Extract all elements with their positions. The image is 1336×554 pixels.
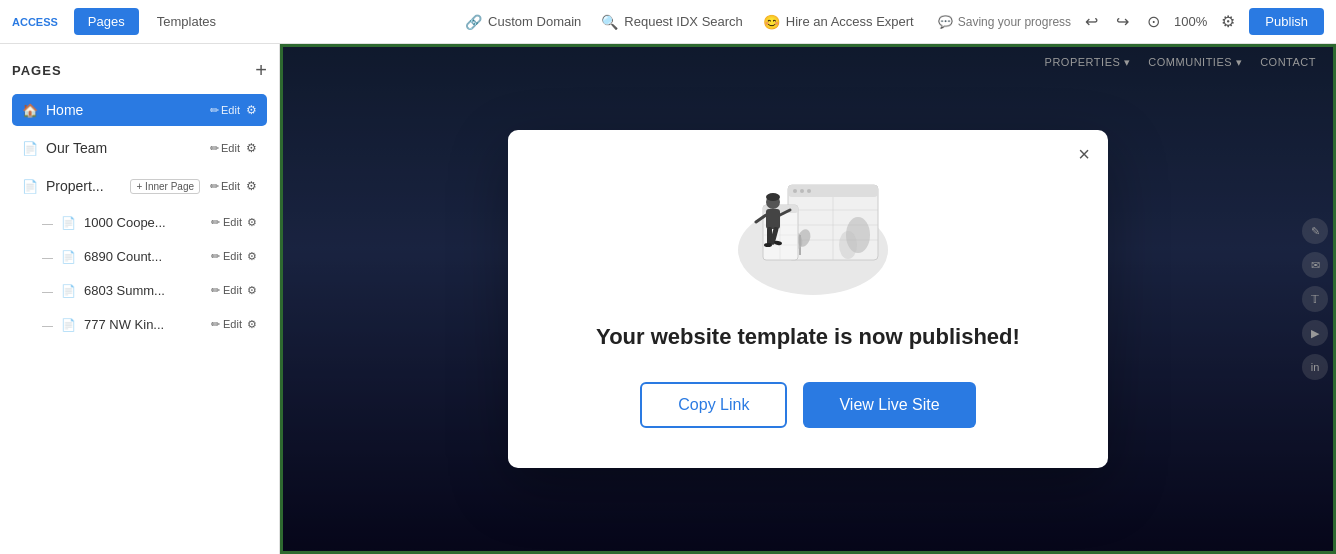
expert-icon: 😊 xyxy=(763,14,780,30)
page-icon-6890-count: 📄 xyxy=(61,250,76,264)
svg-point-22 xyxy=(766,193,780,201)
page-name-777-nw-kin: 777 NW Kin... xyxy=(84,317,211,332)
svg-point-4 xyxy=(800,189,804,193)
view-live-site-button[interactable]: View Live Site xyxy=(803,382,975,428)
add-page-button[interactable]: + xyxy=(255,60,267,80)
sidebar: PAGES + 🏠 Home ✏ Edit ⚙ 📄 Our Team ✏ Edi… xyxy=(0,44,280,554)
page-actions-our-team: ✏ Edit ⚙ xyxy=(210,141,257,155)
page-actions-777-nw-kin: ✏ Edit ⚙ xyxy=(211,318,257,331)
page-actions-6890-count: ✏ Edit ⚙ xyxy=(211,250,257,263)
gear-home-button[interactable]: ⚙ xyxy=(246,103,257,117)
publish-button[interactable]: Publish xyxy=(1249,8,1324,35)
page-icon-6803-summ: 📄 xyxy=(61,284,76,298)
logo: ACCESS xyxy=(12,16,58,28)
page-icon-properties: 📄 xyxy=(22,179,38,194)
gear-our-team-button[interactable]: ⚙ xyxy=(246,141,257,155)
edit-properties-button[interactable]: ✏ Edit xyxy=(210,180,240,193)
sidebar-item-777-nw-kin[interactable]: — 📄 777 NW Kin... ✏ Edit ⚙ xyxy=(32,310,267,339)
zoom-options-button[interactable]: ⚙ xyxy=(1217,8,1239,35)
svg-point-28 xyxy=(764,243,772,247)
modal-illustration xyxy=(558,170,1058,300)
sidebar-item-1000-coope[interactable]: — 📄 1000 Coope... ✏ Edit ⚙ xyxy=(32,208,267,237)
svg-rect-23 xyxy=(766,209,780,229)
redo-button[interactable]: ↪ xyxy=(1112,8,1133,35)
sidebar-item-properties[interactable]: 📄 Propert... + Inner Page ✏ Edit ⚙ xyxy=(12,170,267,202)
sidebar-item-home[interactable]: 🏠 Home ✏ Edit ⚙ xyxy=(12,94,267,126)
svg-point-3 xyxy=(793,189,797,193)
tab-templates[interactable]: Templates xyxy=(143,8,230,35)
nav-custom-domain[interactable]: 🔗 Custom Domain xyxy=(465,14,581,30)
edit-6803-summ-button[interactable]: ✏ Edit xyxy=(211,284,242,297)
preview-area: PROPERTIES ▾ COMMUNITIES ▾ CONTACT earch… xyxy=(280,44,1336,554)
save-status: 💬 Saving your progress xyxy=(938,15,1071,29)
page-name-6803-summ: 6803 Summ... xyxy=(84,283,211,298)
page-icon-1000-coope: 📄 xyxy=(61,216,76,230)
page-name-6890-count: 6890 Count... xyxy=(84,249,211,264)
topbar: ACCESS Pages Templates 🔗 Custom Domain 🔍… xyxy=(0,0,1336,44)
edit-777-nw-kin-button[interactable]: ✏ Edit xyxy=(211,318,242,331)
page-name-home: Home xyxy=(46,102,210,118)
search-icon: 🔍 xyxy=(601,14,618,30)
edit-1000-coope-button[interactable]: ✏ Edit xyxy=(211,216,242,229)
page-actions-1000-coope: ✏ Edit ⚙ xyxy=(211,216,257,229)
edit-our-team-button[interactable]: ✏ Edit xyxy=(210,142,240,155)
inner-page-badge[interactable]: + Inner Page xyxy=(130,179,200,194)
svg-point-11 xyxy=(839,231,857,259)
gear-6890-count-button[interactable]: ⚙ xyxy=(247,250,257,263)
topbar-nav: 🔗 Custom Domain 🔍 Request IDX Search 😊 H… xyxy=(465,14,914,30)
sidebar-item-our-team[interactable]: 📄 Our Team ✏ Edit ⚙ xyxy=(12,132,267,164)
published-modal: × xyxy=(508,130,1108,468)
copy-link-button[interactable]: Copy Link xyxy=(640,382,787,428)
svg-point-5 xyxy=(807,189,811,193)
tab-pages[interactable]: Pages xyxy=(74,8,139,35)
preview-button[interactable]: ⊙ xyxy=(1143,8,1164,35)
page-actions-6803-summ: ✏ Edit ⚙ xyxy=(211,284,257,297)
page-name-our-team: Our Team xyxy=(46,140,210,156)
edit-6890-count-button[interactable]: ✏ Edit xyxy=(211,250,242,263)
page-icon-our-team: 📄 xyxy=(22,141,38,156)
topbar-actions: 💬 Saving your progress ↩ ↪ ⊙ 100% ⚙ Publ… xyxy=(938,8,1324,35)
sidebar-item-6890-count[interactable]: — 📄 6890 Count... ✏ Edit ⚙ xyxy=(32,242,267,271)
zoom-level: 100% xyxy=(1174,14,1207,29)
gear-properties-button[interactable]: ⚙ xyxy=(246,179,257,193)
home-icon: 🏠 xyxy=(22,103,38,118)
modal-title: Your website template is now published! xyxy=(558,324,1058,350)
page-icon-777-nw-kin: 📄 xyxy=(61,318,76,332)
page-name-1000-coope: 1000 Coope... xyxy=(84,215,211,230)
modal-close-button[interactable]: × xyxy=(1078,144,1090,164)
link-icon: 🔗 xyxy=(465,14,482,30)
page-name-properties: Propert... xyxy=(46,178,130,194)
sidebar-item-6803-summ[interactable]: — 📄 6803 Summ... ✏ Edit ⚙ xyxy=(32,276,267,305)
published-illustration xyxy=(718,170,898,300)
nav-request-idx[interactable]: 🔍 Request IDX Search xyxy=(601,14,743,30)
sidebar-title: PAGES xyxy=(12,63,62,78)
cloud-icon: 💬 xyxy=(938,15,953,29)
main-area: PAGES + 🏠 Home ✏ Edit ⚙ 📄 Our Team ✏ Edi… xyxy=(0,44,1336,554)
modal-overlay: × xyxy=(280,44,1336,554)
page-actions-properties: + Inner Page ✏ Edit ⚙ xyxy=(130,179,257,194)
edit-home-button[interactable]: ✏ Edit xyxy=(210,104,240,117)
modal-buttons: Copy Link View Live Site xyxy=(558,382,1058,428)
page-actions-home: ✏ Edit ⚙ xyxy=(210,103,257,117)
sidebar-header: PAGES + xyxy=(12,60,267,80)
gear-6803-summ-button[interactable]: ⚙ xyxy=(247,284,257,297)
gear-777-nw-kin-button[interactable]: ⚙ xyxy=(247,318,257,331)
nav-hire-expert[interactable]: 😊 Hire an Access Expert xyxy=(763,14,914,30)
undo-button[interactable]: ↩ xyxy=(1081,8,1102,35)
gear-1000-coope-button[interactable]: ⚙ xyxy=(247,216,257,229)
